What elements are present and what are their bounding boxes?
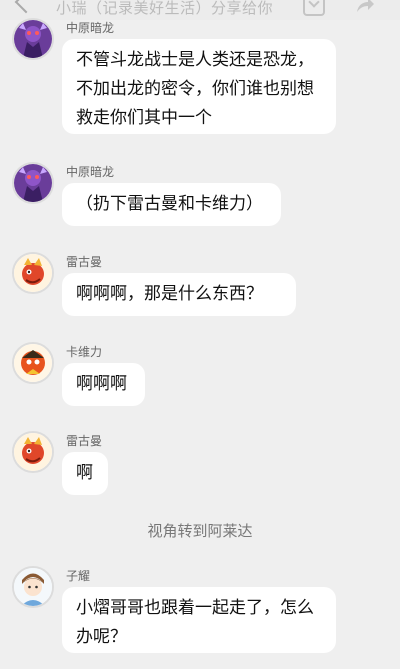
- sender-name: 子耀: [66, 569, 91, 583]
- avatar[interactable]: [12, 431, 54, 473]
- avatar[interactable]: [12, 342, 54, 384]
- sender-name: 中原暗龙: [66, 21, 115, 35]
- sender-name: 中原暗龙: [66, 165, 115, 179]
- message-bubble: （扔下雷古曼和卡维力）: [62, 183, 281, 226]
- message-bubble: 啊啊啊，那是什么东西？: [62, 273, 296, 316]
- sender-name: 雷古曼: [66, 434, 103, 448]
- avatar[interactable]: [12, 252, 54, 294]
- share-icon[interactable]: [355, 0, 375, 14]
- message-bubble: 小熠哥哥也跟着一起走了，怎么办呢？: [62, 587, 336, 653]
- back-arrow-icon[interactable]: [14, 0, 38, 14]
- avatar[interactable]: [12, 18, 54, 60]
- top-bar: 小瑞（记录美好生活）分享给你: [0, 0, 400, 20]
- avatar[interactable]: [12, 162, 54, 204]
- message-bubble: 啊: [62, 452, 108, 495]
- download-icon[interactable]: [303, 0, 325, 16]
- share-title: 小瑞（记录美好生活）分享给你: [56, 0, 274, 17]
- message-bubble: 不管斗龙战士是人类还是恐龙，不加出龙的密令，你们谁也别想救走你们其中一个: [62, 39, 336, 134]
- message-bubble: 啊啊啊: [62, 363, 145, 406]
- sender-name: 卡维力: [66, 345, 103, 359]
- sender-name: 雷古曼: [66, 255, 103, 269]
- avatar[interactable]: [12, 566, 54, 608]
- system-notice: 视角转到阿莱达: [147, 522, 253, 540]
